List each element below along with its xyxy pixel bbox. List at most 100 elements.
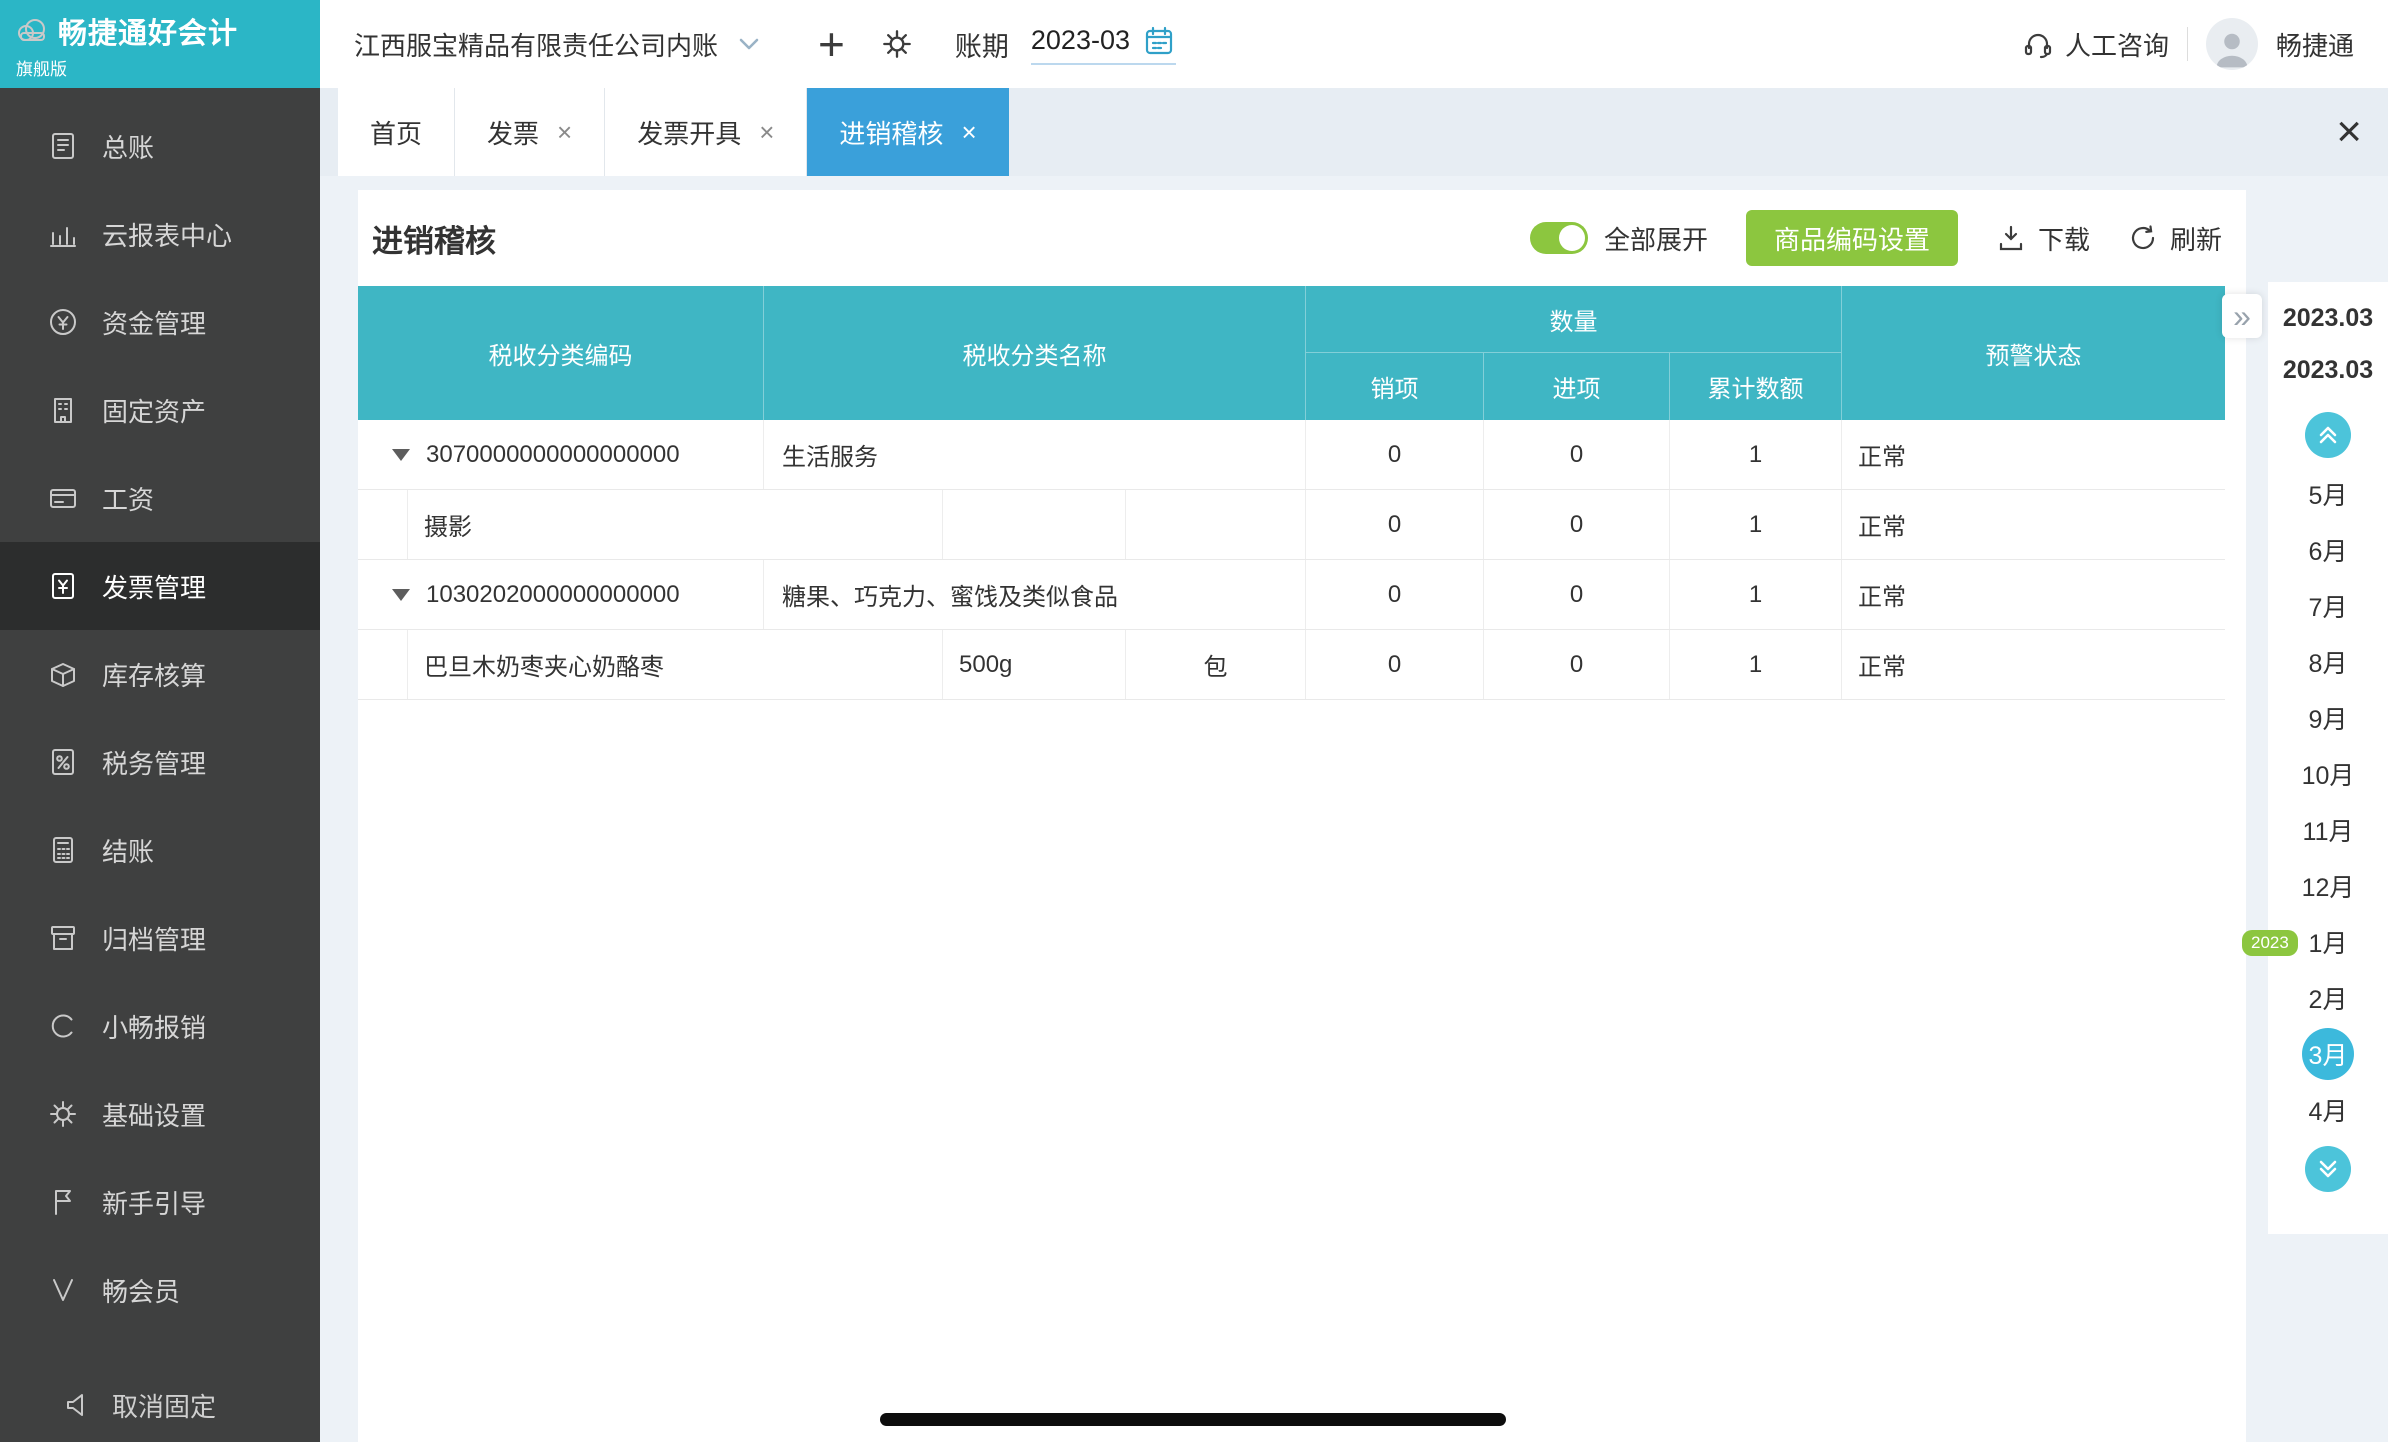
top-header: 江西服宝精品有限责任公司内账 + 账期 2023-03 人工咨询 畅捷通: [320, 0, 2388, 88]
expand-all-toggle[interactable]: [1529, 222, 1588, 254]
cell-product-name: 摄影: [407, 490, 943, 559]
chevron-down-icon[interactable]: [732, 27, 766, 61]
consult-label: 人工咨询: [2064, 30, 2169, 61]
timeline-month[interactable]: 4月: [2309, 1082, 2348, 1138]
cell-input: 0: [1484, 490, 1670, 559]
sidebar-item-label: 归档管理: [102, 924, 207, 955]
cell-spec: [943, 490, 1126, 559]
sidebar-item-basic-settings[interactable]: 基础设置: [0, 1070, 320, 1158]
tab-home[interactable]: 首页: [338, 88, 456, 176]
expand-toggle-icon[interactable]: [392, 588, 410, 601]
table-row: 3070000000000000000 生活服务 0 0 1 正常: [358, 420, 2225, 490]
sidebar-item-label: 云报表中心: [102, 220, 233, 251]
table-header: 税收分类编码 税收分类名称 数量 销项 进项 累计数额 预警状态: [358, 286, 2225, 420]
sidebar-item-inventory[interactable]: 库存核算: [0, 630, 320, 718]
sidebar-item-fixed-assets[interactable]: 固定资产: [0, 366, 320, 454]
horizontal-scrollbar[interactable]: [880, 1413, 1506, 1426]
sidebar-item-label: 小畅报销: [102, 1012, 207, 1043]
tab-close-icon[interactable]: ×: [759, 117, 774, 148]
app-title: 畅捷通好会计: [58, 18, 239, 50]
avatar[interactable]: [2205, 18, 2258, 70]
sidebar-item-label: 税务管理: [102, 748, 207, 779]
page-title: 进销稽核: [372, 223, 496, 259]
timeline-month-active[interactable]: 3月: [2302, 1026, 2354, 1082]
timeline-month[interactable]: 5月: [2309, 466, 2348, 522]
sidebar-item-closing[interactable]: 结账: [0, 806, 320, 894]
header-input: 进项: [1484, 353, 1670, 420]
calculator-icon: [53, 837, 73, 863]
period-picker[interactable]: 2023-03: [1030, 24, 1176, 65]
timeline-period[interactable]: 2023.03: [2283, 344, 2373, 396]
tab-label: 发票开具: [637, 118, 742, 149]
header-total: 累计数额: [1670, 353, 1842, 420]
calendar-icon[interactable]: [1142, 24, 1176, 58]
tab-bar: 首页 发票 × 发票开具 × 进销稽核 × ×: [320, 88, 2388, 176]
tab-invoice-issue[interactable]: 发票开具 ×: [605, 88, 808, 176]
cell-output: 0: [1306, 560, 1484, 629]
header-tax-code: 税收分类编码: [358, 286, 764, 420]
product-code-settings-button[interactable]: 商品编码设置: [1745, 210, 1958, 266]
timeline-month[interactable]: 9月: [2309, 690, 2348, 746]
timeline-period[interactable]: 2023.03: [2283, 292, 2373, 344]
sidebar-item-invoice-management[interactable]: 发票管理: [0, 542, 320, 630]
timeline-month[interactable]: 6月: [2309, 522, 2348, 578]
cell-tax-code: 3070000000000000000: [426, 440, 680, 468]
sidebar-item-archive[interactable]: 归档管理: [0, 894, 320, 982]
timeline-month[interactable]: 12月: [2302, 858, 2355, 914]
add-button[interactable]: +: [818, 21, 845, 67]
sidebar-item-beginner-guide[interactable]: 新手引导: [0, 1158, 320, 1246]
guide-flag-icon: [55, 1190, 71, 1215]
sidebar-item-funds[interactable]: 资金管理: [0, 278, 320, 366]
timeline-month[interactable]: 2月: [2309, 970, 2348, 1026]
tab-invoice[interactable]: 发票 ×: [455, 88, 606, 176]
cell-output: 0: [1306, 490, 1484, 559]
audit-table: 税收分类编码 税收分类名称 数量 销项 进项 累计数额 预警状态 3070000: [358, 286, 2225, 700]
timeline-month[interactable]: 7月: [2309, 578, 2348, 634]
person-icon: [2216, 33, 2248, 68]
tab-close-icon[interactable]: ×: [961, 117, 976, 148]
timeline-scroll-up-button[interactable]: [2305, 412, 2351, 458]
cell-input: 0: [1484, 420, 1670, 489]
collapse-panel-handle[interactable]: »: [2222, 294, 2262, 338]
refresh-icon: [2131, 225, 2155, 250]
cell-unit: 包: [1126, 630, 1306, 699]
tab-purchase-sales-audit[interactable]: 进销稽核 ×: [807, 88, 1009, 176]
sidebar-item-cloud-reports[interactable]: 云报表中心: [0, 190, 320, 278]
header-tax-name: 税收分类名称: [764, 286, 1306, 420]
archive-icon: [51, 926, 75, 950]
timeline-month[interactable]: 11月: [2303, 802, 2354, 858]
sidebar-unpin-button[interactable]: 取消固定: [0, 1368, 320, 1442]
cell-total: 1: [1670, 420, 1842, 489]
refresh-button[interactable]: 刷新: [2128, 220, 2222, 257]
c-logo-icon: [51, 1014, 73, 1038]
sidebar-item-general-ledger[interactable]: 总账: [0, 102, 320, 190]
manual-consult-button[interactable]: 人工咨询: [2021, 26, 2169, 63]
sidebar-item-label: 新手引导: [102, 1188, 207, 1219]
period-value[interactable]: 2023-03: [1031, 25, 1130, 56]
close-all-tabs-button[interactable]: ×: [2336, 110, 2362, 154]
cell-total: 1: [1670, 630, 1842, 699]
timeline-month[interactable]: 8月: [2309, 634, 2348, 690]
timeline-month[interactable]: 1月: [2309, 914, 2348, 970]
app-logo: 畅捷通好会计 旗舰版: [0, 0, 320, 88]
sidebar-item-reimbursement[interactable]: 小畅报销: [0, 982, 320, 1070]
sidebar-item-label: 总账: [102, 132, 155, 163]
cell-unit: [1126, 490, 1306, 559]
header-quantity: 数量: [1306, 286, 1842, 353]
tab-close-icon[interactable]: ×: [557, 117, 572, 148]
sidebar-item-payroll[interactable]: 工资: [0, 454, 320, 542]
year-badge: 2023: [2242, 930, 2298, 956]
timeline-scroll-down-button[interactable]: [2305, 1146, 2351, 1192]
settings-gear-icon[interactable]: [879, 26, 915, 62]
company-selector[interactable]: 江西服宝精品有限责任公司内账: [354, 26, 718, 63]
download-button[interactable]: 下载: [1996, 220, 2090, 257]
expand-toggle-icon[interactable]: [392, 448, 410, 461]
headset-icon: [2024, 33, 2052, 59]
sidebar-item-membership[interactable]: 畅会员: [0, 1246, 320, 1334]
user-name[interactable]: 畅捷通: [2276, 26, 2354, 63]
sidebar-item-tax[interactable]: 税务管理: [0, 718, 320, 806]
cell-status: 正常: [1858, 654, 1906, 681]
period-timeline: 2023.03 2023.03 5月 6月 7月 8月 9月 10月 11月 1…: [2242, 282, 2388, 1234]
header-divider: [2186, 27, 2188, 61]
timeline-month[interactable]: 10月: [2302, 746, 2355, 802]
